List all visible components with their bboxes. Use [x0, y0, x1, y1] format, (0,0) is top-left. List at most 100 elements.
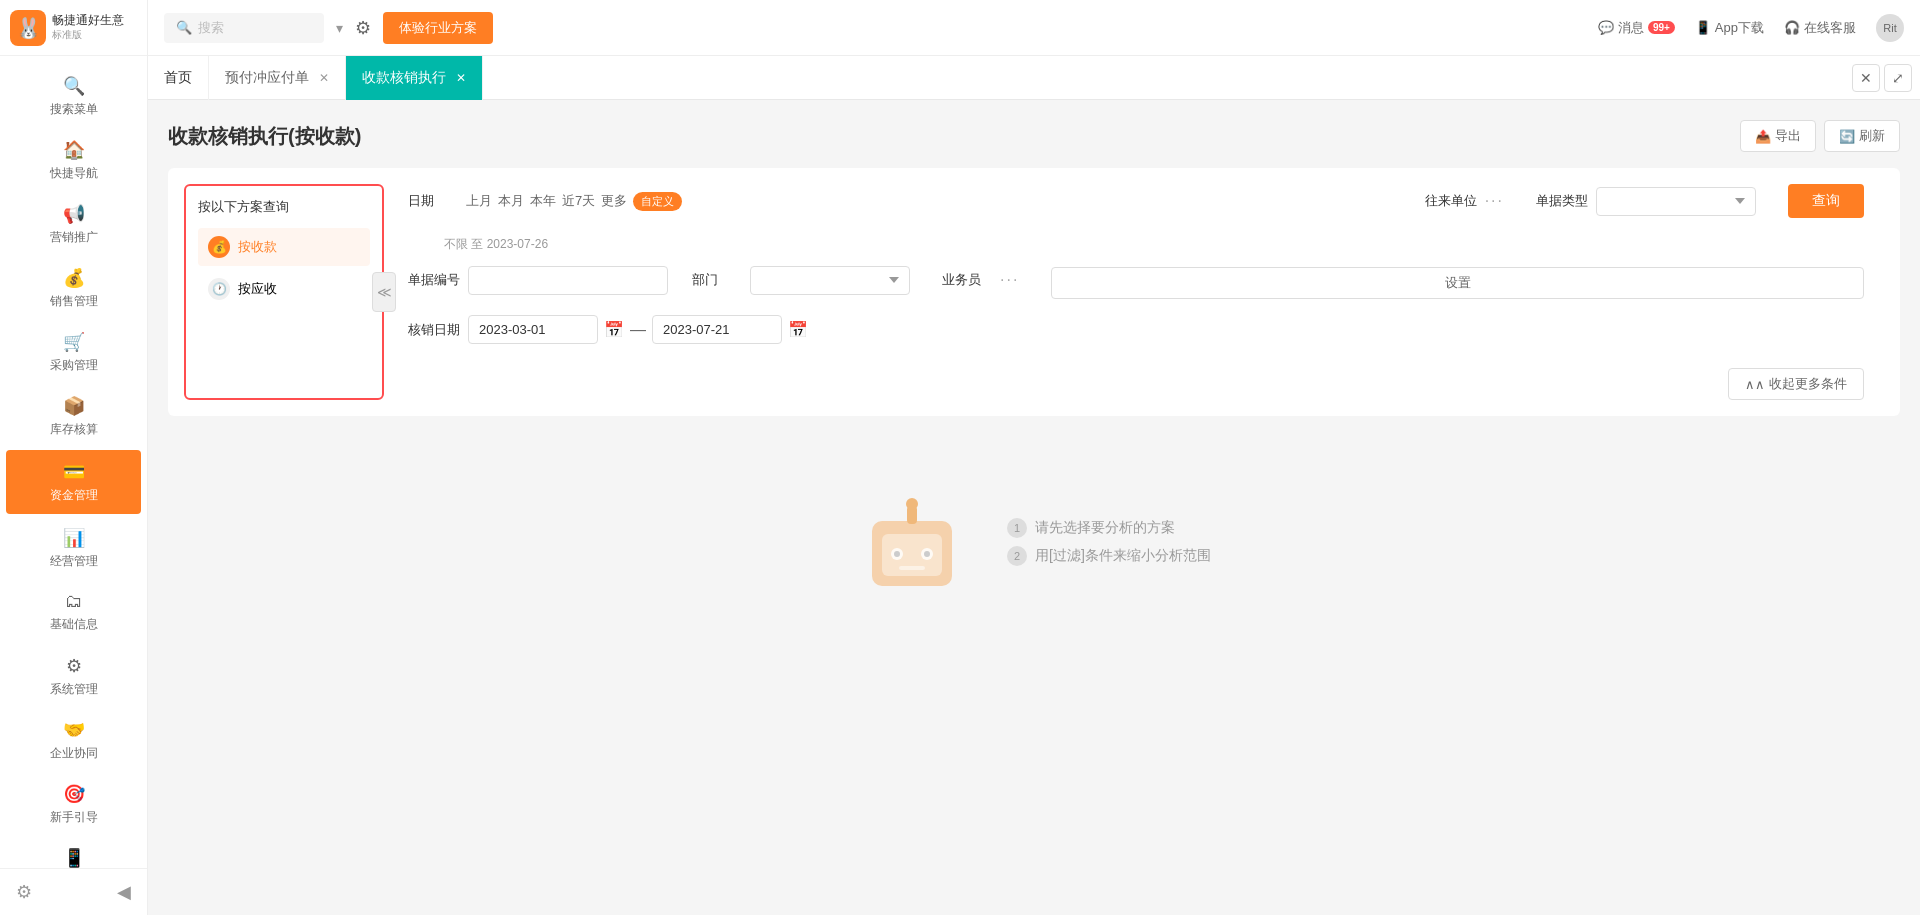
topbar-search-box[interactable]: 🔍 搜索	[164, 13, 324, 43]
sidebar-label-finance: 资金管理	[50, 487, 98, 504]
sidebar-item-marketing[interactable]: 📢 营销推广	[0, 192, 147, 256]
export-icon: 📤	[1755, 129, 1771, 144]
writeoff-date-label: 核销日期	[408, 321, 460, 339]
message-icon: 💬	[1598, 20, 1614, 35]
sidebar: 🐰 畅捷通好生意 标准版 🔍 搜索菜单 🏠 快捷导航 📢 营销推广 💰 销售管理…	[0, 0, 148, 915]
tab-collection-label: 收款核销执行	[362, 69, 446, 87]
writeoff-date-filter-group: 核销日期 📅 — 📅	[408, 315, 808, 344]
tab-maximize-button[interactable]: ⤢	[1884, 64, 1912, 92]
sidebar-item-business[interactable]: 📊 经营管理	[0, 516, 147, 580]
page-title: 收款核销执行(按收款)	[168, 123, 361, 150]
sidebar-item-enterprise[interactable]: 🤝 企业协同	[0, 708, 147, 772]
calendar-start-icon[interactable]: 📅	[604, 320, 624, 339]
svg-point-7	[924, 551, 930, 557]
collapse-left-panel-button[interactable]: ≪	[372, 272, 396, 312]
sidebar-item-inventory[interactable]: 📦 库存核算	[0, 384, 147, 448]
empty-step-1: 1 请先选择要分析的方案	[1007, 518, 1211, 538]
search-menu-icon: 🔍	[63, 75, 85, 97]
date-link-7days[interactable]: 近7天	[562, 192, 595, 210]
svg-rect-8	[899, 566, 925, 570]
date-link-last-month[interactable]: 上月	[466, 192, 492, 210]
sidebar-item-guide[interactable]: 🎯 新手引导	[0, 772, 147, 836]
svg-point-2	[906, 498, 918, 510]
tab-home[interactable]: 首页	[148, 56, 209, 100]
date-link-more[interactable]: 更多	[601, 192, 627, 210]
date-link-this-year[interactable]: 本年	[530, 192, 556, 210]
date-range-note: 不限 至 2023-07-26	[444, 237, 548, 251]
user-avatar[interactable]: Rit	[1876, 14, 1904, 42]
online-service-button[interactable]: 🎧 在线客服	[1784, 19, 1856, 37]
sidebar-bottom: ⚙ ◀	[0, 868, 147, 915]
sidebar-item-hardware[interactable]: 📱 智能硬件	[0, 836, 147, 868]
topbar-dropdown-icon[interactable]: ▾	[336, 20, 343, 36]
query-button[interactable]: 查询	[1788, 184, 1864, 218]
department-label: 部门	[692, 271, 742, 289]
logo-icon: 🐰	[10, 10, 46, 46]
svg-point-6	[894, 551, 900, 557]
sidebar-label-system: 系统管理	[50, 681, 98, 698]
writeoff-date-start-input[interactable]	[468, 315, 598, 344]
writeoff-date-end-input[interactable]	[652, 315, 782, 344]
date-link-this-month[interactable]: 本月	[498, 192, 524, 210]
app-name: 畅捷通好生意	[52, 13, 124, 29]
filter-left-panel: 按以下方案查询 💰 按收款 🕐 按应收 ≪	[184, 184, 384, 400]
avatar-text: Rit	[1883, 22, 1896, 34]
filter-option-receivable[interactable]: 🕐 按应收	[198, 270, 370, 308]
refresh-icon: 🔄	[1839, 129, 1855, 144]
calendar-end-icon[interactable]: 📅	[788, 320, 808, 339]
sidebar-item-search[interactable]: 🔍 搜索菜单	[0, 64, 147, 128]
sidebar-item-sales[interactable]: 💰 销售管理	[0, 256, 147, 320]
doc-number-input[interactable]	[468, 266, 668, 295]
collapse-sidebar-icon[interactable]: ◀	[117, 881, 131, 903]
salesperson-label: 业务员	[942, 271, 992, 289]
inventory-icon: 📦	[63, 395, 85, 417]
settings-bottom-icon[interactable]: ⚙	[16, 881, 32, 903]
counterparty-dots[interactable]: ···	[1485, 192, 1504, 210]
message-button[interactable]: 💬 消息 99+	[1598, 19, 1675, 37]
sidebar-item-finance[interactable]: 💳 资金管理	[6, 450, 141, 514]
sidebar-label-enterprise: 企业协同	[50, 745, 98, 762]
tab-close-all-button[interactable]: ✕	[1852, 64, 1880, 92]
empty-illustration	[857, 496, 967, 596]
sidebar-item-system[interactable]: ⚙ 系统管理	[0, 644, 147, 708]
department-filter-group: 部门	[692, 266, 910, 295]
online-service-label: 在线客服	[1804, 19, 1856, 37]
writeoff-date-range: 📅 — 📅	[468, 315, 808, 344]
salesperson-filter-group: 业务员 ···	[942, 271, 1019, 289]
empty-text: 1 请先选择要分析的方案 2 用[过滤]条件来缩小分析范围	[1007, 518, 1211, 574]
tab-collection[interactable]: 收款核销执行 ✕	[346, 56, 483, 100]
sidebar-item-shortcut[interactable]: 🏠 快捷导航	[0, 128, 147, 192]
collapse-up-icon: ∧∧	[1745, 377, 1765, 392]
tab-prepay-close-icon[interactable]: ✕	[319, 71, 329, 85]
export-button[interactable]: 📤 导出	[1740, 120, 1816, 152]
finance-icon: 💳	[63, 461, 85, 483]
filter-option-collection[interactable]: 💰 按收款	[198, 228, 370, 266]
marketing-icon: 📢	[63, 203, 85, 225]
refresh-button[interactable]: 🔄 刷新	[1824, 120, 1900, 152]
topbar-gear-icon[interactable]: ⚙	[355, 17, 371, 39]
date-custom-badge[interactable]: 自定义	[633, 192, 682, 211]
tab-collection-close-icon[interactable]: ✕	[456, 71, 466, 85]
doc-type-filter-group: 单据类型	[1536, 187, 1756, 216]
tab-prepay[interactable]: 预付冲应付单 ✕	[209, 56, 346, 100]
collection-option-label: 按收款	[238, 238, 277, 256]
page-actions: 📤 导出 🔄 刷新	[1740, 120, 1900, 152]
page-header: 收款核销执行(按收款) 📤 导出 🔄 刷新	[168, 120, 1900, 152]
salesperson-dots[interactable]: ···	[1000, 271, 1019, 289]
department-select[interactable]	[750, 266, 910, 295]
app-badge: 标准版	[52, 28, 124, 42]
filter-panel-title: 按以下方案查询	[198, 198, 370, 216]
sidebar-item-basic[interactable]: 🗂 基础信息	[0, 580, 147, 644]
date-filter-group: 日期 上月 本月 本年 近7天 更多 自定义	[408, 192, 682, 211]
solution-button[interactable]: 体验行业方案	[383, 12, 493, 44]
sidebar-item-purchase[interactable]: 🛒 采购管理	[0, 320, 147, 384]
doc-type-label: 单据类型	[1536, 192, 1588, 210]
counterparty-filter-group: 往来单位 ···	[1425, 192, 1504, 210]
doc-number-filter-group: 单据编号	[408, 266, 668, 295]
app-download-button[interactable]: 📱 App下载	[1695, 19, 1764, 37]
app-logo: 🐰 畅捷通好生意 标准版	[0, 0, 147, 56]
setting-button[interactable]: 设置	[1051, 267, 1864, 299]
collapse-more-button[interactable]: ∧∧ 收起更多条件	[1728, 368, 1864, 400]
doc-type-select[interactable]	[1596, 187, 1756, 216]
empty-state: 1 请先选择要分析的方案 2 用[过滤]条件来缩小分析范围	[168, 436, 1900, 656]
